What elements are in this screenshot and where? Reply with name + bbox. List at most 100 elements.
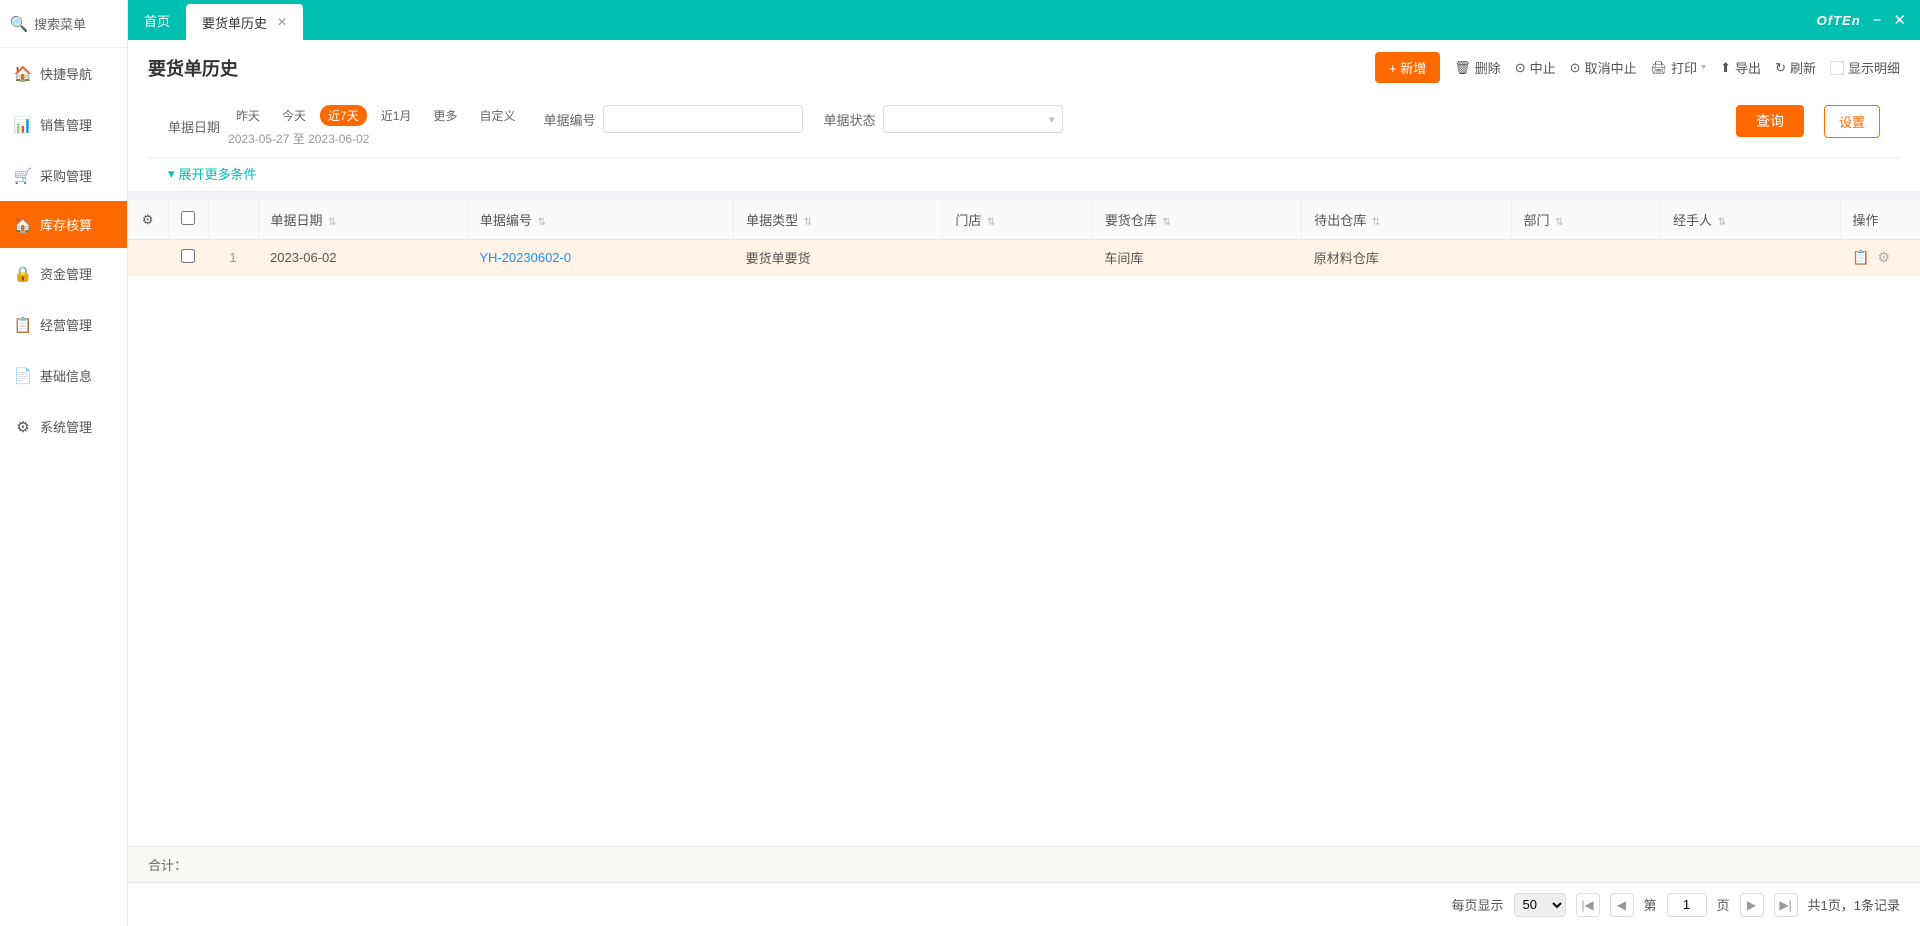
delete-icon: 🗑 [1454, 60, 1471, 76]
cancel-stop-button[interactable]: ⊙ 取消中止 [1570, 58, 1637, 77]
date-option-today[interactable]: 今天 [274, 105, 314, 126]
query-button[interactable]: 查询 [1736, 105, 1804, 137]
stop-button[interactable]: ⊙ 中止 [1515, 58, 1556, 77]
doc-status-select[interactable]: ▾ [883, 105, 1063, 133]
col-operations-label: 操作 [1853, 213, 1879, 228]
expand-more-button[interactable]: ▾ 展开更多条件 [148, 158, 1900, 191]
sidebar-item-purchase[interactable]: 🛒 采购管理 [4, 152, 123, 199]
col-pending-warehouse-label: 待出仓库 [1314, 213, 1366, 228]
sort-pending-warehouse-icon[interactable]: ⇅ [1372, 217, 1380, 228]
next-page-button[interactable]: ▶ [1740, 893, 1764, 917]
row-num-cell: 1 [208, 240, 258, 276]
export-button[interactable]: ⬆ 导出 [1720, 58, 1761, 77]
page-number-input[interactable] [1667, 893, 1707, 917]
row-checkbox-cell [168, 240, 208, 276]
col-department-label: 部门 [1524, 213, 1550, 228]
doc-number-input[interactable] [603, 105, 803, 133]
sidebar-item-finance[interactable]: 🔒 资金管理 [4, 250, 123, 297]
total-info: 共1页，1条记录 [1808, 895, 1900, 914]
sidebar-item-operations[interactable]: 📋 经营管理 [4, 301, 123, 348]
tab-order-history[interactable]: 要货单历史 ✕ [186, 4, 303, 40]
first-page-button[interactable]: |◀ [1576, 893, 1600, 917]
table-row: 1 2023-06-02 YH-20230602-0 要货单要货 [128, 240, 1920, 276]
sidebar-search[interactable]: 🔍 搜索菜单 [0, 0, 127, 48]
sum-label: 合计： [148, 858, 187, 873]
col-pending-warehouse: 待出仓库 ⇅ [1302, 200, 1511, 240]
close-icon[interactable]: ✕ [1893, 11, 1906, 29]
date-filter-label: 单据日期 [168, 117, 220, 136]
home-icon: 🏠 [14, 65, 32, 83]
sidebar-item-label: 采购管理 [40, 166, 92, 185]
sidebar-item-system[interactable]: ⚙ 系统管理 [4, 403, 123, 450]
page-size-label: 每页显示 [1451, 895, 1503, 914]
data-table: ⚙ 单据日期 ⇅ 单据编号 ⇅ [128, 200, 1920, 276]
sidebar: 🔍 搜索菜单 🏠 快捷导航 📊 销售管理 🛒 采购管理 🏠 库存核算 🔒 资金管… [0, 0, 128, 926]
sidebar-item-label: 基础信息 [40, 366, 92, 385]
document-icon: 📄 [14, 367, 32, 385]
cancel-stop-icon: ⊙ [1570, 60, 1581, 76]
sort-store-icon[interactable]: ⇅ [987, 217, 995, 228]
tab-home[interactable]: 首页 [128, 0, 186, 40]
row-doc-no-cell: YH-20230602-0 [467, 240, 733, 276]
gear-icon: ⚙ [14, 418, 32, 436]
doc-number-filter-group: 单据编号 [543, 105, 803, 133]
tab-order-history-label: 要货单历史 [202, 13, 267, 32]
delete-button[interactable]: 🗑 删除 [1454, 58, 1501, 77]
row-store-cell [943, 240, 1093, 276]
col-checkbox [168, 200, 208, 240]
lock-icon: 🔒 [14, 265, 32, 283]
chart-icon: 📊 [14, 116, 32, 134]
row-delete-icon[interactable]: ⚙ [1877, 249, 1890, 266]
refresh-label: 刷新 [1790, 58, 1816, 77]
sort-handler-icon[interactable]: ⇅ [1718, 217, 1726, 228]
new-button[interactable]: + 新增 [1375, 52, 1440, 83]
sidebar-search-label: 搜索菜单 [34, 14, 86, 33]
row-doc-no-link[interactable]: YH-20230602-0 [479, 250, 571, 265]
sidebar-item-quick-nav[interactable]: 🏠 快捷导航 [4, 50, 123, 97]
sort-date-icon[interactable]: ⇅ [328, 217, 336, 228]
sidebar-item-basic[interactable]: 📄 基础信息 [4, 352, 123, 399]
row-edit-icon[interactable]: 📋 [1852, 249, 1869, 266]
row-pending-warehouse: 原材料仓库 [1314, 251, 1379, 266]
sort-doc-type-icon[interactable]: ⇅ [804, 217, 812, 228]
page-size-select[interactable]: 20 50 100 200 [1514, 893, 1566, 917]
refresh-button[interactable]: ↻ 刷新 [1775, 58, 1816, 77]
date-option-more[interactable]: 更多 [425, 105, 465, 126]
toggle-checkbox [1830, 61, 1844, 75]
sort-doc-no-icon[interactable]: ⇅ [537, 217, 545, 228]
doc-status-label: 单据状态 [823, 110, 875, 129]
date-option-1month[interactable]: 近1月 [373, 105, 420, 126]
settings-icon[interactable]: ⚙ [142, 212, 154, 227]
topbar-right-actions: OfTEn − ✕ [1817, 11, 1920, 29]
page-label: 第 [1644, 895, 1657, 914]
prev-page-button[interactable]: ◀ [1610, 893, 1634, 917]
sidebar-item-inventory[interactable]: 🏠 库存核算 [0, 201, 127, 248]
date-option-7days[interactable]: 近7天 [320, 105, 367, 126]
table-header-row: ⚙ 单据日期 ⇅ 单据编号 ⇅ [128, 200, 1920, 240]
display-detail-toggle[interactable]: 显示明细 [1830, 58, 1900, 77]
sort-req-warehouse-icon[interactable]: ⇅ [1163, 217, 1171, 228]
col-doc-type: 单据类型 ⇅ [734, 200, 943, 240]
date-option-yesterday[interactable]: 昨天 [228, 105, 268, 126]
col-req-warehouse: 要货仓库 ⇅ [1092, 200, 1301, 240]
delete-label: 删除 [1475, 58, 1501, 77]
select-all-checkbox[interactable] [181, 211, 195, 225]
row-doc-type-cell: 要货单要货 [734, 240, 943, 276]
clipboard-icon: 📋 [14, 316, 32, 334]
print-button[interactable]: 🖨 打印 ▾ [1651, 58, 1707, 77]
page-label-2: 页 [1717, 895, 1730, 914]
row-department-cell [1511, 240, 1661, 276]
sidebar-item-sales[interactable]: 📊 销售管理 [4, 101, 123, 148]
sort-department-icon[interactable]: ⇅ [1555, 217, 1563, 228]
tab-close-icon[interactable]: ✕ [277, 15, 287, 29]
row-req-warehouse-cell: 车间库 [1092, 240, 1301, 276]
minimize-icon[interactable]: − [1873, 12, 1882, 29]
page-title: 要货单历史 [148, 55, 238, 81]
col-settings[interactable]: ⚙ [128, 200, 168, 240]
col-store: 门店 ⇅ [943, 200, 1093, 240]
settings-button[interactable]: 设置 [1824, 105, 1880, 138]
date-option-custom[interactable]: 自定义 [471, 105, 523, 126]
last-page-button[interactable]: ▶| [1774, 893, 1798, 917]
brand-text: OfTEn [1817, 13, 1861, 28]
row-checkbox[interactable] [181, 249, 195, 263]
